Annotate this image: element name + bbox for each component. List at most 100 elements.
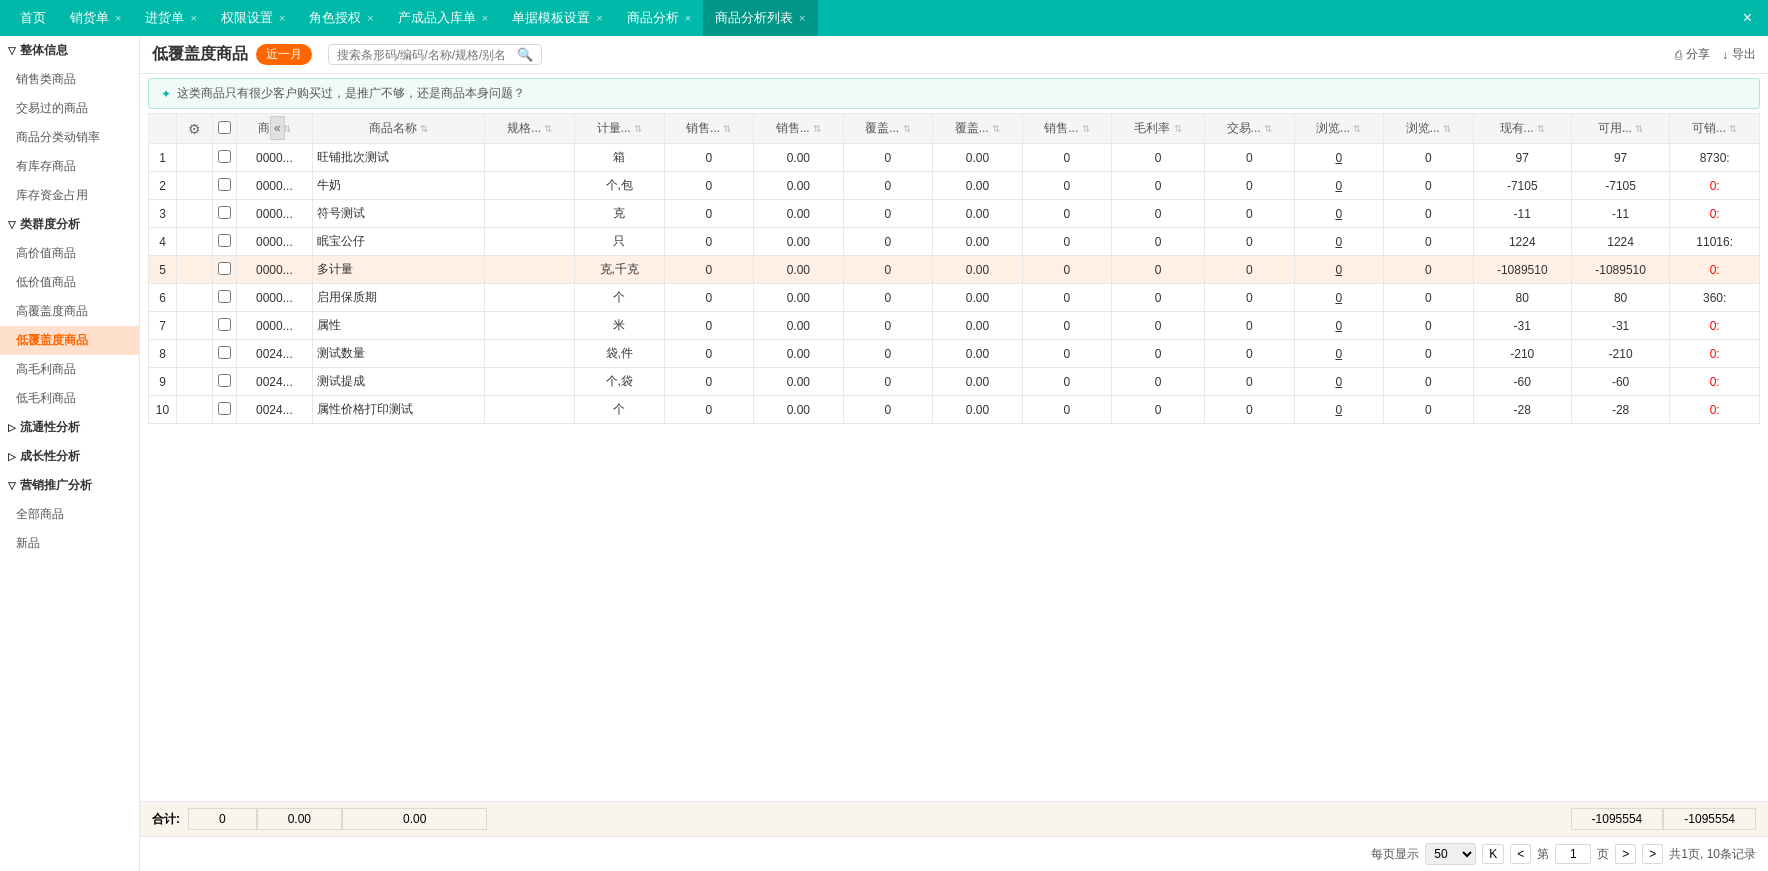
browse-link[interactable]: 0 xyxy=(1335,403,1342,417)
col-coverage1[interactable]: 覆盖... ⇅ xyxy=(843,114,933,144)
row-select-checkbox[interactable] xyxy=(218,290,231,303)
sidebar-section-liquidity[interactable]: ▷ 流通性分析 xyxy=(0,413,139,442)
close-icon[interactable]: × xyxy=(685,12,691,24)
browse-link[interactable]: 0 xyxy=(1335,319,1342,333)
row-checkbox[interactable] xyxy=(213,312,237,340)
row-select-checkbox[interactable] xyxy=(218,150,231,163)
row-checkbox[interactable] xyxy=(213,340,237,368)
row-browse1[interactable]: 0 xyxy=(1294,200,1384,228)
row-name[interactable]: 启用保质期 xyxy=(312,284,485,312)
export-button[interactable]: ↓ 导出 xyxy=(1722,46,1756,63)
close-icon[interactable]: × xyxy=(799,12,805,24)
sidebar-section-marketing[interactable]: ▽ 营销推广分析 xyxy=(0,471,139,500)
page-size-select[interactable]: 50 100 200 xyxy=(1425,843,1476,865)
nav-sales-order[interactable]: 销货单 × xyxy=(58,0,133,36)
row-browse1[interactable]: 0 xyxy=(1294,396,1384,424)
close-icon[interactable]: × xyxy=(115,12,121,24)
nav-role-auth[interactable]: 角色授权 × xyxy=(297,0,385,36)
nav-permission-settings[interactable]: 权限设置 × xyxy=(209,0,297,36)
row-checkbox[interactable] xyxy=(213,396,237,424)
search-input[interactable] xyxy=(337,48,517,62)
col-transaction[interactable]: 交易... ⇅ xyxy=(1204,114,1294,144)
close-icon[interactable]: × xyxy=(482,12,488,24)
sidebar-item-new-products[interactable]: 新品 xyxy=(0,529,139,558)
row-checkbox[interactable] xyxy=(213,172,237,200)
sidebar-section-cluster-analysis[interactable]: ▽ 类群度分析 xyxy=(0,210,139,239)
col-name[interactable]: 商品名称 ⇅ xyxy=(312,114,485,144)
row-name[interactable]: 属性价格打印测试 xyxy=(312,396,485,424)
sidebar-item-high-margin[interactable]: 高毛利商品 xyxy=(0,355,139,384)
sidebar-section-overview[interactable]: ▽ 整体信息 xyxy=(0,36,139,65)
close-icon[interactable]: × xyxy=(190,12,196,24)
row-name[interactable]: 测试数量 xyxy=(312,340,485,368)
row-name[interactable]: 多计量 xyxy=(312,256,485,284)
row-select-checkbox[interactable] xyxy=(218,262,231,275)
sidebar-item-low-coverage[interactable]: 低覆盖度商品 xyxy=(0,326,139,355)
browse-link[interactable]: 0 xyxy=(1335,375,1342,389)
gear-icon[interactable]: ⚙ xyxy=(188,121,201,137)
row-browse1[interactable]: 0 xyxy=(1294,172,1384,200)
row-checkbox[interactable] xyxy=(213,228,237,256)
sidebar-item-all-products[interactable]: 全部商品 xyxy=(0,500,139,529)
row-browse1[interactable]: 0 xyxy=(1294,312,1384,340)
row-select-checkbox[interactable] xyxy=(218,402,231,415)
row-select-checkbox[interactable] xyxy=(218,206,231,219)
select-all-checkbox[interactable] xyxy=(218,121,231,134)
next-page-button[interactable]: > xyxy=(1615,844,1636,864)
sidebar-section-growth[interactable]: ▷ 成长性分析 xyxy=(0,442,139,471)
row-browse1[interactable]: 0 xyxy=(1294,340,1384,368)
row-name[interactable]: 旺铺批次测试 xyxy=(312,144,485,172)
share-button[interactable]: ⎙ 分享 xyxy=(1675,46,1710,63)
browse-link[interactable]: 0 xyxy=(1335,207,1342,221)
sidebar-item-traded-products[interactable]: 交易过的商品 xyxy=(0,94,139,123)
sidebar-item-category-turnover[interactable]: 商品分类动销率 xyxy=(0,123,139,152)
row-select-checkbox[interactable] xyxy=(218,234,231,247)
nav-product-analysis[interactable]: 商品分析 × xyxy=(615,0,703,36)
nav-purchase-order[interactable]: 进货单 × xyxy=(133,0,208,36)
col-sales-amount[interactable]: 销售... ⇅ xyxy=(754,114,844,144)
browse-link[interactable]: 0 xyxy=(1335,291,1342,305)
time-filter-button[interactable]: 近一月 xyxy=(256,44,312,65)
col-saleable[interactable]: 可销... ⇅ xyxy=(1670,114,1760,144)
close-icon[interactable]: × xyxy=(279,12,285,24)
sidebar-item-low-margin[interactable]: 低毛利商品 xyxy=(0,384,139,413)
sidebar-item-high-value[interactable]: 高价值商品 xyxy=(0,239,139,268)
last-page-button[interactable]: > xyxy=(1642,844,1663,864)
row-checkbox[interactable] xyxy=(213,368,237,396)
browse-link[interactable]: 0 xyxy=(1335,179,1342,193)
col-gross-margin[interactable]: 毛利率 ⇅ xyxy=(1112,114,1205,144)
row-browse1[interactable]: 0 xyxy=(1294,144,1384,172)
nav-home[interactable]: 首页 xyxy=(8,0,58,36)
prev-page-button[interactable]: < xyxy=(1510,844,1531,864)
row-name[interactable]: 牛奶 xyxy=(312,172,485,200)
page-number-input[interactable] xyxy=(1555,844,1591,864)
browse-link[interactable]: 0 xyxy=(1335,347,1342,361)
nav-finished-goods[interactable]: 产成品入库单 × xyxy=(386,0,500,36)
sidebar-item-sales-products[interactable]: 销售类商品 xyxy=(0,65,139,94)
row-browse1[interactable]: 0 xyxy=(1294,368,1384,396)
sidebar-item-in-stock-products[interactable]: 有库存商品 xyxy=(0,152,139,181)
sidebar-item-high-coverage[interactable]: 高覆盖度商品 xyxy=(0,297,139,326)
col-sales3[interactable]: 销售... ⇅ xyxy=(1022,114,1112,144)
close-icon[interactable]: × xyxy=(367,12,373,24)
nav-template-settings[interactable]: 单据模板设置 × xyxy=(500,0,614,36)
col-browse2[interactable]: 浏览... ⇅ xyxy=(1384,114,1474,144)
browse-link[interactable]: 0 xyxy=(1335,151,1342,165)
row-name[interactable]: 符号测试 xyxy=(312,200,485,228)
col-available-stock[interactable]: 可用... ⇅ xyxy=(1571,114,1669,144)
col-gear[interactable]: ⚙ xyxy=(177,114,213,144)
row-name[interactable]: 眠宝公仔 xyxy=(312,228,485,256)
browse-link[interactable]: 0 xyxy=(1335,263,1342,277)
row-browse1[interactable]: 0 xyxy=(1294,256,1384,284)
row-browse1[interactable]: 0 xyxy=(1294,228,1384,256)
search-icon[interactable]: 🔍 xyxy=(517,47,533,62)
row-checkbox[interactable] xyxy=(213,144,237,172)
row-select-checkbox[interactable] xyxy=(218,318,231,331)
col-current-stock[interactable]: 现有... ⇅ xyxy=(1473,114,1571,144)
row-checkbox[interactable] xyxy=(213,256,237,284)
close-all-button[interactable]: × xyxy=(1735,9,1760,27)
row-name[interactable]: 测试提成 xyxy=(312,368,485,396)
first-page-button[interactable]: K xyxy=(1482,844,1504,864)
col-spec[interactable]: 规格... ⇅ xyxy=(485,114,575,144)
row-browse1[interactable]: 0 xyxy=(1294,284,1384,312)
